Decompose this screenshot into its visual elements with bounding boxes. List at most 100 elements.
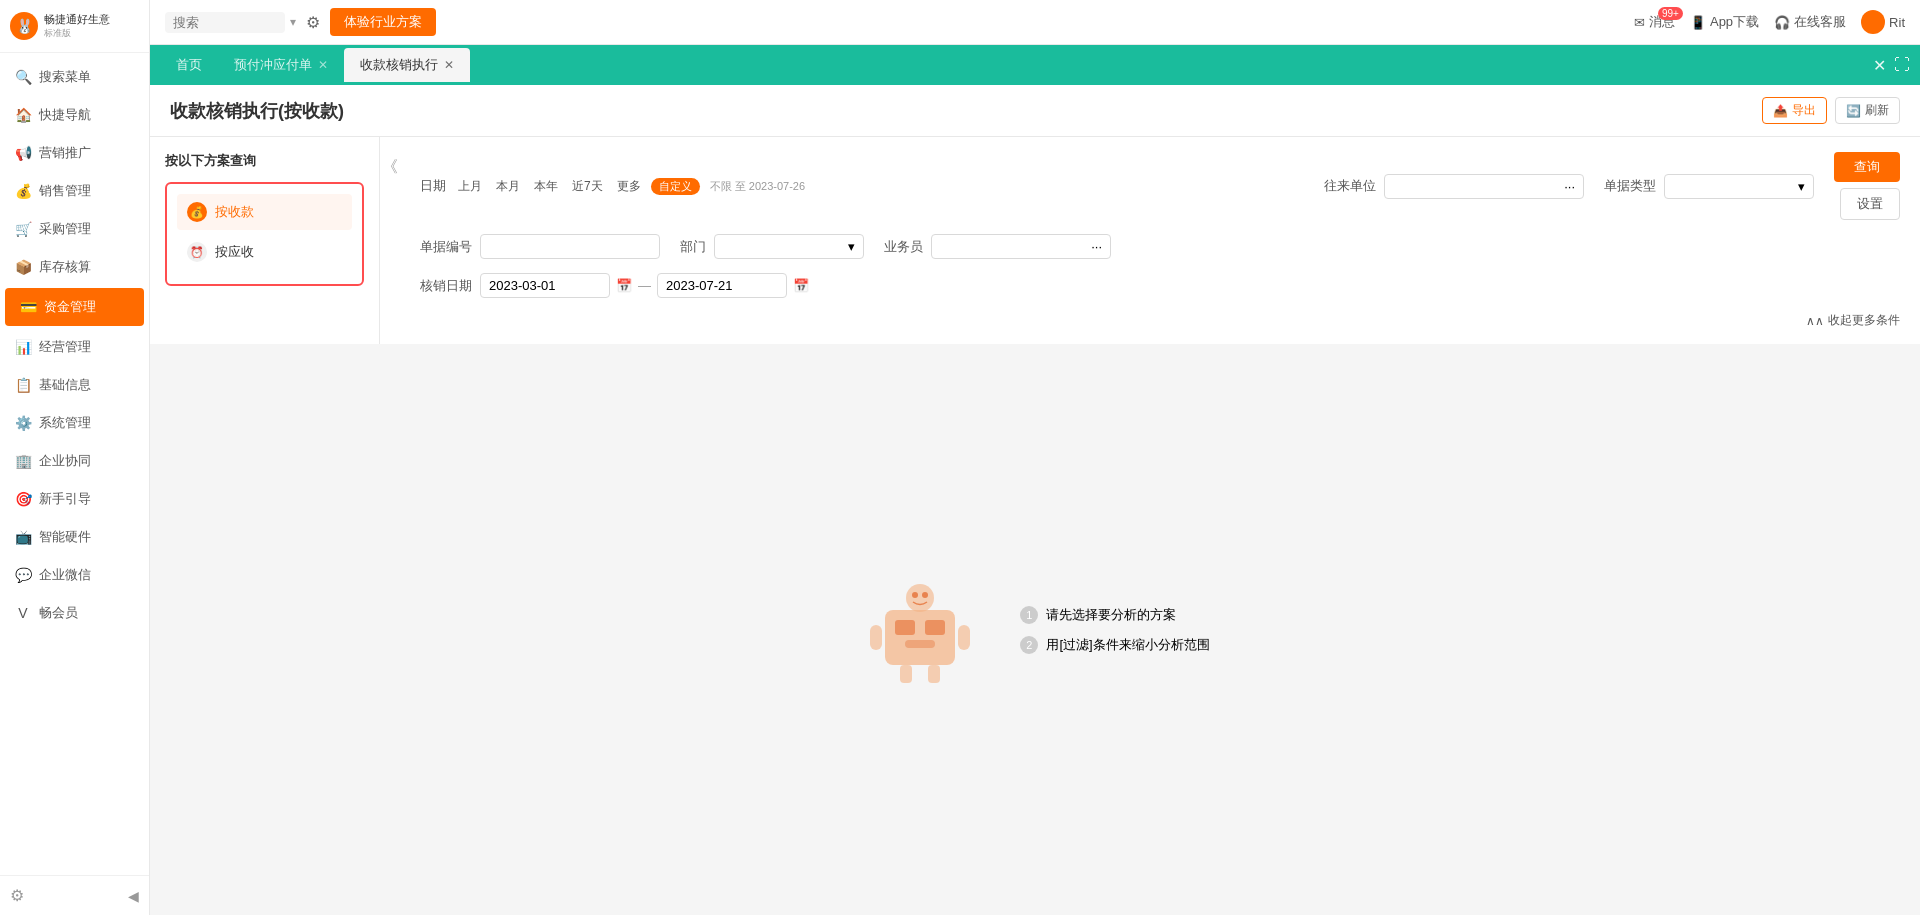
filter-option-receivable-label: 按应收 bbox=[215, 243, 254, 261]
settings-button[interactable]: 设置 bbox=[1840, 188, 1900, 220]
topbar-message[interactable]: ✉ 消息 99+ bbox=[1634, 13, 1675, 31]
sidebar-item-marketing[interactable]: 📢 营销推广 bbox=[0, 134, 149, 172]
sidebar-item-quicknav[interactable]: 🏠 快捷导航 bbox=[0, 96, 149, 134]
search-icon: 🔍 bbox=[15, 69, 31, 85]
topbar-app-download[interactable]: 📱 App下载 bbox=[1690, 13, 1759, 31]
sidebar-nav: 🔍 搜索菜单 🏠 快捷导航 📢 营销推广 💰 销售管理 🛒 采购管理 📦 库存核… bbox=[0, 53, 149, 875]
sidebar-logo: 🐰 畅捷通好生意 标准版 bbox=[0, 0, 149, 53]
collection-icon: 💰 bbox=[187, 202, 207, 222]
user-name: Rit bbox=[1889, 15, 1905, 30]
logo-icon: 🐰 bbox=[10, 12, 38, 40]
tab-collection[interactable]: 收款核销执行 ✕ bbox=[344, 48, 470, 82]
tab-collection-label: 收款核销执行 bbox=[360, 56, 438, 74]
topbar-brand: ▾ bbox=[165, 12, 296, 33]
refresh-button[interactable]: 🔄 刷新 bbox=[1835, 97, 1900, 124]
message-badge: 99+ bbox=[1658, 7, 1683, 20]
page-header: 收款核销执行(按收款) 📤 导出 🔄 刷新 bbox=[150, 85, 1920, 137]
sidebar-item-guide[interactable]: 🎯 新手引导 bbox=[0, 480, 149, 518]
topbar-user[interactable]: Rit bbox=[1861, 10, 1905, 34]
verification-start-input[interactable] bbox=[480, 273, 610, 298]
filter-option-collection[interactable]: 💰 按收款 bbox=[177, 194, 352, 230]
date-last-month-btn[interactable]: 上月 bbox=[454, 176, 486, 197]
main-area: ▾ ⚙ 体验行业方案 ✉ 消息 99+ 📱 App下载 🎧 在线客服 Rit bbox=[150, 0, 1920, 915]
filter-option-collection-label: 按收款 bbox=[215, 203, 254, 221]
tab-close-all-icon[interactable]: ✕ bbox=[1873, 56, 1886, 75]
sidebar-item-hardware[interactable]: 📺 智能硬件 bbox=[0, 518, 149, 556]
solution-button[interactable]: 体验行业方案 bbox=[330, 8, 436, 36]
sidebar-item-search[interactable]: 🔍 搜索菜单 bbox=[0, 58, 149, 96]
counterpart-select[interactable]: ··· bbox=[1384, 174, 1584, 199]
verification-end-input[interactable] bbox=[657, 273, 787, 298]
staff-select[interactable]: ··· bbox=[931, 234, 1111, 259]
brand-search-input[interactable] bbox=[165, 12, 285, 33]
refresh-icon: 🔄 bbox=[1846, 104, 1861, 118]
topbar-right: ✉ 消息 99+ 📱 App下载 🎧 在线客服 Rit bbox=[1634, 10, 1905, 34]
staff-label: 业务员 bbox=[884, 238, 923, 256]
tabbar-right-actions: ✕ ⛶ bbox=[1873, 56, 1910, 75]
date-more-btn[interactable]: 更多 bbox=[613, 176, 645, 197]
sidebar-item-sales[interactable]: 💰 销售管理 bbox=[0, 172, 149, 210]
topbar-gear-icon[interactable]: ⚙ bbox=[306, 13, 320, 32]
tab-home[interactable]: 首页 bbox=[160, 48, 218, 82]
bill-type-chevron-icon: ▾ bbox=[1798, 179, 1805, 194]
svg-point-10 bbox=[922, 592, 928, 598]
member-icon: V bbox=[15, 605, 31, 621]
query-button[interactable]: 查询 bbox=[1834, 152, 1900, 182]
svg-rect-3 bbox=[905, 640, 935, 648]
sidebar: 🐰 畅捷通好生意 标准版 🔍 搜索菜单 🏠 快捷导航 📢 营销推广 💰 销售管理… bbox=[0, 0, 150, 915]
page-title: 收款核销执行(按收款) bbox=[170, 99, 344, 123]
bill-no-input[interactable] bbox=[480, 234, 660, 259]
collapse-more-button[interactable]: ∧∧ 收起更多条件 bbox=[420, 312, 1900, 329]
topbar-online-service[interactable]: 🎧 在线客服 bbox=[1774, 13, 1846, 31]
bill-type-select[interactable]: ▾ bbox=[1664, 174, 1814, 199]
empty-state-tips: 1 请先选择要分析的方案 2 用[过滤]条件来缩小分析范围 bbox=[1020, 606, 1209, 654]
sidebar-item-basic[interactable]: 📋 基础信息 bbox=[0, 366, 149, 404]
date-this-year-btn[interactable]: 本年 bbox=[530, 176, 562, 197]
content-body: 1 请先选择要分析的方案 2 用[过滤]条件来缩小分析范围 bbox=[150, 344, 1920, 915]
enterprise-icon: 🏢 bbox=[15, 453, 31, 469]
sidebar-item-member[interactable]: V 畅会员 bbox=[0, 594, 149, 632]
sidebar-item-label: 智能硬件 bbox=[39, 528, 91, 546]
svg-rect-6 bbox=[900, 665, 912, 683]
tab-collection-close-icon[interactable]: ✕ bbox=[444, 58, 454, 72]
topbar-chevron-icon[interactable]: ▾ bbox=[290, 15, 296, 29]
bill-type-field: 单据类型 ▾ bbox=[1604, 174, 1814, 199]
filter-collapse-button[interactable]: 《 bbox=[380, 137, 400, 344]
export-button[interactable]: 📤 导出 bbox=[1762, 97, 1827, 124]
tab-prepay[interactable]: 预付冲应付单 ✕ bbox=[218, 48, 344, 82]
sidebar-item-label: 营销推广 bbox=[39, 144, 91, 162]
sidebar-bottom: ⚙ ◀ bbox=[0, 875, 149, 915]
sidebar-item-capital[interactable]: 💳 资金管理 bbox=[5, 288, 144, 326]
operation-icon: 📊 bbox=[15, 339, 31, 355]
sidebar-item-purchase[interactable]: 🛒 采购管理 bbox=[0, 210, 149, 248]
tab-expand-icon[interactable]: ⛶ bbox=[1894, 56, 1910, 75]
sidebar-item-label: 销售管理 bbox=[39, 182, 91, 200]
sidebar-item-inventory[interactable]: 📦 库存核算 bbox=[0, 248, 149, 286]
date-quick-group: 上月 本月 本年 近7天 更多 自定义 bbox=[454, 176, 700, 197]
date-this-month-btn[interactable]: 本月 bbox=[492, 176, 524, 197]
sidebar-item-enterprise[interactable]: 🏢 企业协同 bbox=[0, 442, 149, 480]
purchase-icon: 🛒 bbox=[15, 221, 31, 237]
date-7days-btn[interactable]: 近7天 bbox=[568, 176, 607, 197]
sidebar-item-system[interactable]: ⚙️ 系统管理 bbox=[0, 404, 149, 442]
tab-prepay-close-icon[interactable]: ✕ bbox=[318, 58, 328, 72]
topbar: ▾ ⚙ 体验行业方案 ✉ 消息 99+ 📱 App下载 🎧 在线客服 Rit bbox=[150, 0, 1920, 45]
message-icon: ✉ bbox=[1634, 15, 1645, 30]
service-icon: 🎧 bbox=[1774, 15, 1790, 30]
filter-option-receivable[interactable]: ⏰ 按应收 bbox=[177, 234, 352, 270]
inventory-icon: 📦 bbox=[15, 259, 31, 275]
date-custom-badge[interactable]: 自定义 bbox=[651, 178, 700, 195]
verification-start-calendar-icon[interactable]: 📅 bbox=[616, 278, 632, 293]
dept-select[interactable]: ▾ bbox=[714, 234, 864, 259]
receivable-icon: ⏰ bbox=[187, 242, 207, 262]
empty-state-image bbox=[860, 570, 980, 690]
filter-container: 按以下方案查询 💰 按收款 ⏰ 按应收 《 bbox=[150, 137, 1920, 344]
sidebar-settings-icon[interactable]: ⚙ bbox=[10, 886, 24, 905]
sidebar-collapse-button[interactable]: ◀ bbox=[128, 888, 139, 904]
tab-home-label: 首页 bbox=[176, 56, 202, 74]
sidebar-item-operation[interactable]: 📊 经营管理 bbox=[0, 328, 149, 366]
svg-rect-0 bbox=[885, 610, 955, 665]
sidebar-item-wechat[interactable]: 💬 企业微信 bbox=[0, 556, 149, 594]
counterpart-field: 往来单位 ··· bbox=[1324, 174, 1584, 199]
verification-end-calendar-icon[interactable]: 📅 bbox=[793, 278, 809, 293]
